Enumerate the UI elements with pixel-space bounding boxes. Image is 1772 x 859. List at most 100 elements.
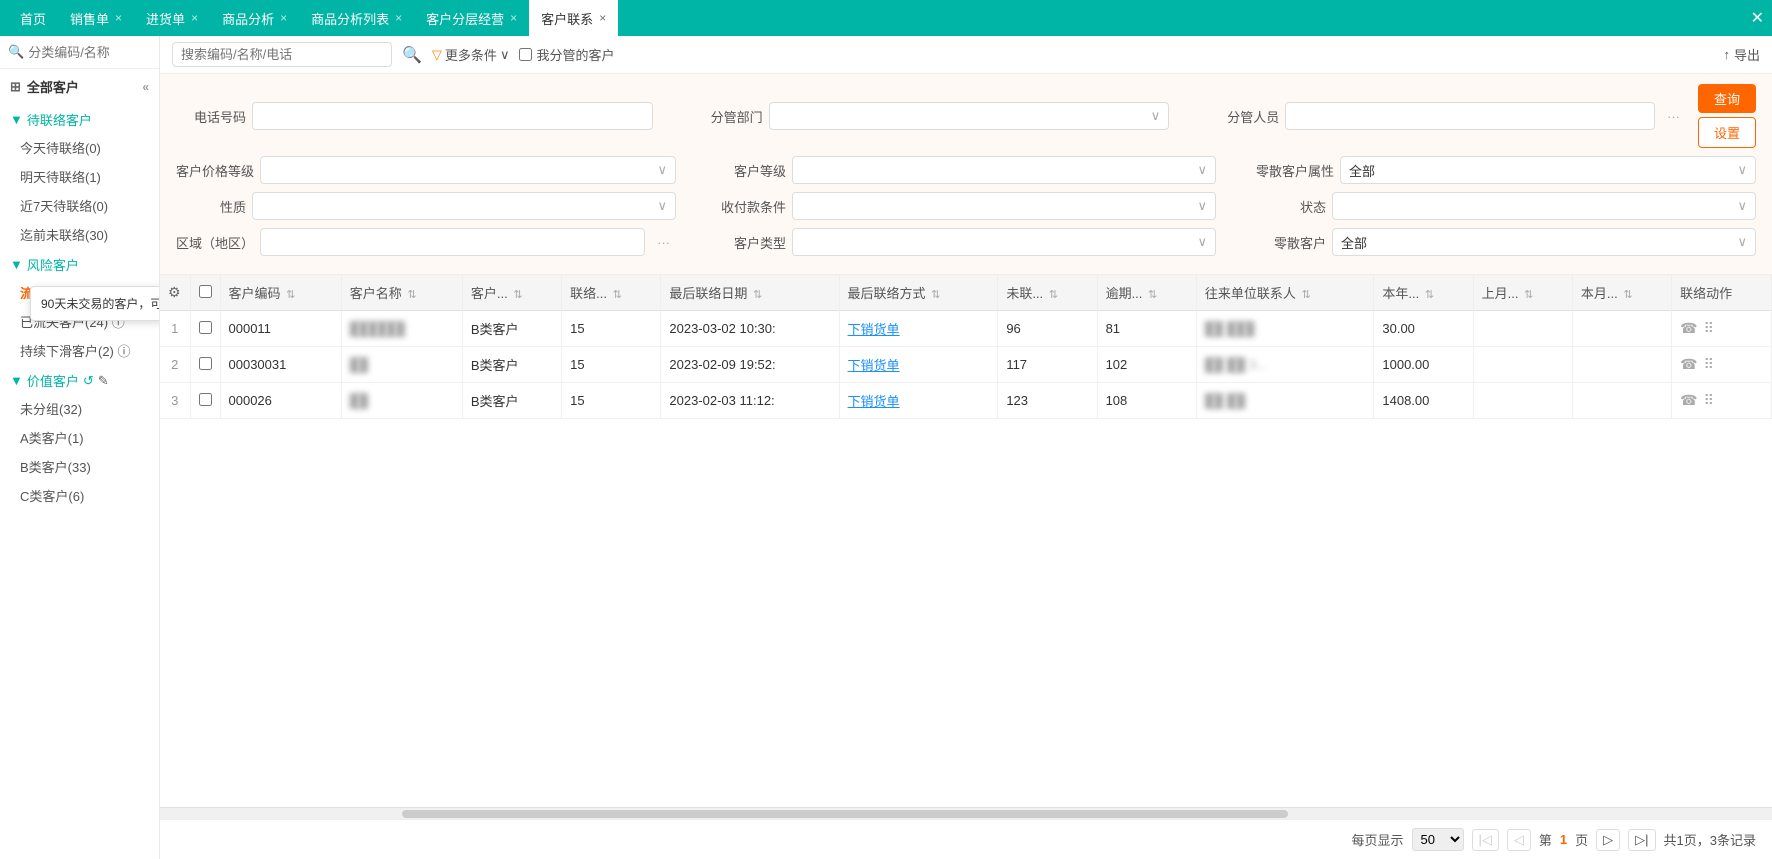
last-month-sort-icon[interactable]: ⇅ [1524,289,1533,301]
filter-cell-customer-type: 客户类型 ∨ [716,228,1216,256]
filter-search-button[interactable]: 🔍 [402,45,422,65]
sidebar-group-value[interactable]: ▼ 价值客户 ↺ ✎ [0,365,159,394]
window-close-btn[interactable]: ✕ [1751,8,1764,28]
price-level-label: 客户价格等级 [176,161,254,180]
action-phone-icon-2[interactable]: ☎ [1680,392,1697,409]
export-button[interactable]: ↑ 导出 [1723,45,1760,64]
action-more-icon-1[interactable]: ⠿ [1704,356,1714,373]
row-name-2: ██ [341,383,462,419]
customer-type-select[interactable]: ∨ [792,228,1216,256]
last-date-sort-icon[interactable]: ⇅ [753,289,762,301]
sidebar-group-pending[interactable]: ▼ 待联络客户 [0,104,159,133]
sidebar-group-risk[interactable]: ▼ 风险客户 [0,249,159,278]
nav-tab-analysis[interactable]: 商品分析 × [210,0,299,36]
nature-select[interactable]: ∨ [252,192,676,220]
action-more-icon-2[interactable]: ⠿ [1704,392,1714,409]
filter-cell-customer-level: 客户等级 ∨ [716,156,1216,184]
my-customers-checkbox[interactable] [519,48,532,61]
collapse-icon[interactable]: « [142,80,149,94]
th-gear: ⚙ [160,275,190,311]
filter-actions: 查询 设置 [1698,84,1756,148]
person-select[interactable] [1285,102,1655,130]
this-month-sort-icon[interactable]: ⇅ [1623,289,1632,301]
row-last-method-link-2[interactable]: 下销货单 [848,394,900,409]
nav-tab-sales[interactable]: 销售单 × [58,0,134,36]
this-year-sort-icon[interactable]: ⇅ [1425,289,1434,301]
sidebar-item-7days[interactable]: 近7天待联络(0) [0,191,159,220]
sidebar-item-overdue[interactable]: 迄前未联络(30) [0,220,159,249]
nav-tab-customer-tier[interactable]: 客户分层经营 × [414,0,529,36]
more-conditions-button[interactable]: ▽ 更多条件 ∨ [432,45,510,64]
gear-icon[interactable]: ⚙ [168,284,181,300]
settings-button[interactable]: 设置 [1698,117,1756,148]
payment-select[interactable]: ∨ [792,192,1216,220]
query-button[interactable]: 查询 [1698,84,1756,113]
region-more-icon[interactable]: ··· [651,235,676,250]
region-select[interactable] [260,228,645,256]
last-method-sort-icon[interactable]: ⇅ [931,289,940,301]
per-page-select[interactable]: 50 100 200 [1412,828,1464,851]
sidebar-item-class-c[interactable]: C类客户(6) [0,481,159,510]
horizontal-scrollbar[interactable] [160,807,1772,819]
sidebar-all-customers[interactable]: ⊞ 全部客户 « [0,69,159,104]
uncontacted-sort-icon[interactable]: ⇅ [1049,289,1058,301]
row-index-2: 3 [160,383,190,419]
sidebar-item-declining[interactable]: 持续下滑客户(2) ⓘ [0,336,159,365]
nav-tab-customer-contact[interactable]: 客户联系 × [529,0,618,36]
nav-tab-customer-contact-close[interactable]: × [599,11,606,25]
nav-tab-customer-contact-label: 客户联系 [541,9,593,28]
person-more-icon[interactable]: ··· [1661,109,1686,124]
filter-cell-region: 区域（地区） ··· [176,228,676,256]
sidebar-item-ungroup[interactable]: 未分组(32) [0,394,159,423]
name-sort-icon[interactable]: ⇅ [407,289,416,301]
action-more-icon-0[interactable]: ⠿ [1704,320,1714,337]
action-phone-icon-0[interactable]: ☎ [1680,320,1697,337]
sidebar-item-today[interactable]: 今天待联络(0) [0,133,159,162]
prev-page-btn[interactable]: ◁ [1507,829,1531,851]
nav-tab-analysis-list[interactable]: 商品分析列表 × [299,0,414,36]
action-phone-icon-1[interactable]: ☎ [1680,356,1697,373]
filter-search-input[interactable] [172,42,392,67]
nav-tab-customer-tier-close[interactable]: × [510,11,517,25]
row-company-2: ██ ██ [1196,383,1374,419]
th-code: 客户编码 ⇅ [220,275,341,311]
dept-select[interactable]: ∨ [769,102,1170,130]
sidebar-item-tomorrow[interactable]: 明天待联络(1) [0,162,159,191]
next-page-btn[interactable]: ▷ [1596,829,1620,851]
my-customers-checkbox-label[interactable]: 我分管的客户 [519,45,614,64]
company-sort-icon[interactable]: ⇅ [1301,289,1310,301]
scroll-thumb[interactable] [402,810,1289,818]
nav-tab-analysis-list-close[interactable]: × [395,11,402,25]
nav-home[interactable]: 首页 [8,9,58,28]
status-select[interactable]: ∨ [1332,192,1756,220]
nav-tab-purchase-close[interactable]: × [191,11,198,25]
zero-attr-select[interactable]: 全部 ∨ [1340,156,1756,184]
customer-level-caret-icon: ∨ [1197,162,1207,178]
price-level-select[interactable]: ∨ [260,156,676,184]
sidebar-item-class-b[interactable]: B类客户(33) [0,452,159,481]
page-suffix: 页 [1575,830,1588,849]
sidebar-search-input[interactable] [28,45,151,60]
phone-input[interactable] [252,102,653,130]
customer-level-select[interactable]: ∨ [792,156,1216,184]
nav-tab-analysis-close[interactable]: × [280,11,287,25]
type-sort-icon[interactable]: ⇅ [513,289,522,301]
row-select-0[interactable] [199,321,212,334]
nav-tab-purchase[interactable]: 进货单 × [134,0,210,36]
overdue-sort-icon[interactable]: ⇅ [1148,289,1157,301]
row-select-2[interactable] [199,393,212,406]
first-page-btn[interactable]: |◁ [1472,829,1499,851]
zero-customer-select[interactable]: 全部 ∨ [1332,228,1756,256]
code-sort-icon[interactable]: ⇅ [286,289,295,301]
row-last-method-link-0[interactable]: 下销货单 [848,322,900,337]
row-type-0: B类客户 [462,311,561,347]
contact-sort-icon[interactable]: ⇅ [613,289,622,301]
row-this-year-1: 1000.00 [1374,347,1473,383]
last-page-btn[interactable]: ▷| [1628,829,1655,851]
nav-tab-sales-close[interactable]: × [115,11,122,25]
row-last-method-link-1[interactable]: 下销货单 [848,358,900,373]
sidebar-item-class-a[interactable]: A类客户(1) [0,423,159,452]
select-all-checkbox[interactable] [199,285,212,298]
row-select-1[interactable] [199,357,212,370]
chevron-down-icon: ∨ [500,47,510,63]
